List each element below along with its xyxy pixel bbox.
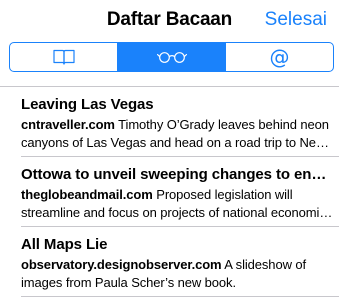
item-title: Leaving Las Vegas [21,96,154,113]
reading-list: Leaving Las Vegas cntraveller.com Timoth… [0,87,339,297]
reading-glasses-icon [156,52,187,63]
tab-shared-links[interactable]: @ [225,43,333,71]
list-item[interactable]: Leaving Las Vegas cntraveller.com Timoth… [0,87,339,157]
item-title: Ottowa to unveil sweeping changes to env… [21,166,333,183]
list-item[interactable]: Ottowa to unveil sweeping changes to env… [0,157,339,227]
tab-bookmarks[interactable] [10,43,117,71]
item-title: All Maps Lie [21,236,108,253]
item-summary: observatory.designobserver.com A slidesh… [21,256,333,292]
item-domain: observatory.designobserver.com [21,257,222,272]
row-divider [21,296,339,297]
item-domain: cntraveller.com [21,117,115,132]
item-summary: theglobeandmail.com Proposed legislation… [21,186,333,222]
at-symbol-icon: @ [269,45,290,69]
navigation-bar: Daftar Bacaan Selesai [0,0,339,40]
list-item[interactable]: All Maps Lie observatory.designobserver.… [0,227,339,297]
book-icon [52,49,75,65]
item-summary: cntraveller.com Timothy O’Grady leaves b… [21,116,333,152]
tab-reading-list[interactable] [117,43,225,71]
done-button[interactable]: Selesai [265,9,327,31]
reading-list-segmented-control: @ [9,42,334,72]
item-domain: theglobeandmail.com [21,187,153,202]
